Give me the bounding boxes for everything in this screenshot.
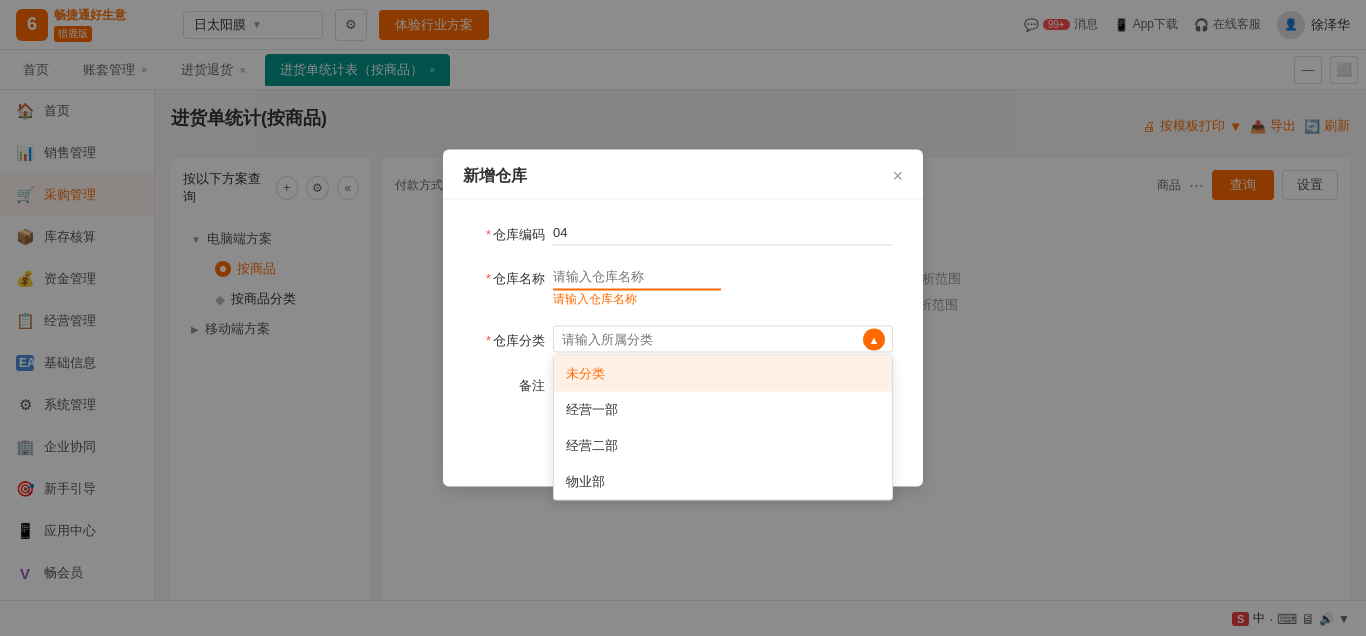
name-input-wrap xyxy=(553,264,721,291)
category-input[interactable] xyxy=(553,326,893,353)
dropdown-item-unclassified[interactable]: 未分类 xyxy=(554,356,892,392)
add-warehouse-modal: 新增仓库 × *仓库编码 *仓库名称 请输入仓库名称 xyxy=(443,150,923,487)
warehouse-name-row: *仓库名称 请输入仓库名称 xyxy=(473,264,893,308)
warehouse-category-row: *仓库分类 ▲ 未分类 经营一部 经营二部 物业部 xyxy=(473,326,893,353)
modal-title: 新增仓库 xyxy=(463,166,527,187)
warehouse-code-input[interactable] xyxy=(553,220,893,246)
modal-body: *仓库编码 *仓库名称 请输入仓库名称 *仓库分类 xyxy=(443,200,923,425)
note-label: 备注 xyxy=(473,371,553,395)
dropdown-item-ops1[interactable]: 经营一部 xyxy=(554,392,892,428)
category-toggle-button[interactable]: ▲ xyxy=(863,328,885,350)
category-label: *仓库分类 xyxy=(473,326,553,350)
dropdown-item-property[interactable]: 物业部 xyxy=(554,464,892,500)
warehouse-name-input[interactable] xyxy=(553,264,721,291)
code-label: *仓库编码 xyxy=(473,220,553,244)
name-error-msg: 请输入仓库名称 xyxy=(553,291,637,308)
warehouse-code-row: *仓库编码 xyxy=(473,220,893,246)
dropdown-item-ops2[interactable]: 经营二部 xyxy=(554,428,892,464)
name-label: *仓库名称 xyxy=(473,264,553,288)
modal-close-button[interactable]: × xyxy=(892,166,903,187)
modal-header: 新增仓库 × xyxy=(443,150,923,200)
category-select-wrap: ▲ 未分类 经营一部 经营二部 物业部 xyxy=(553,326,893,353)
category-dropdown: 未分类 经营一部 经营二部 物业部 xyxy=(553,355,893,501)
